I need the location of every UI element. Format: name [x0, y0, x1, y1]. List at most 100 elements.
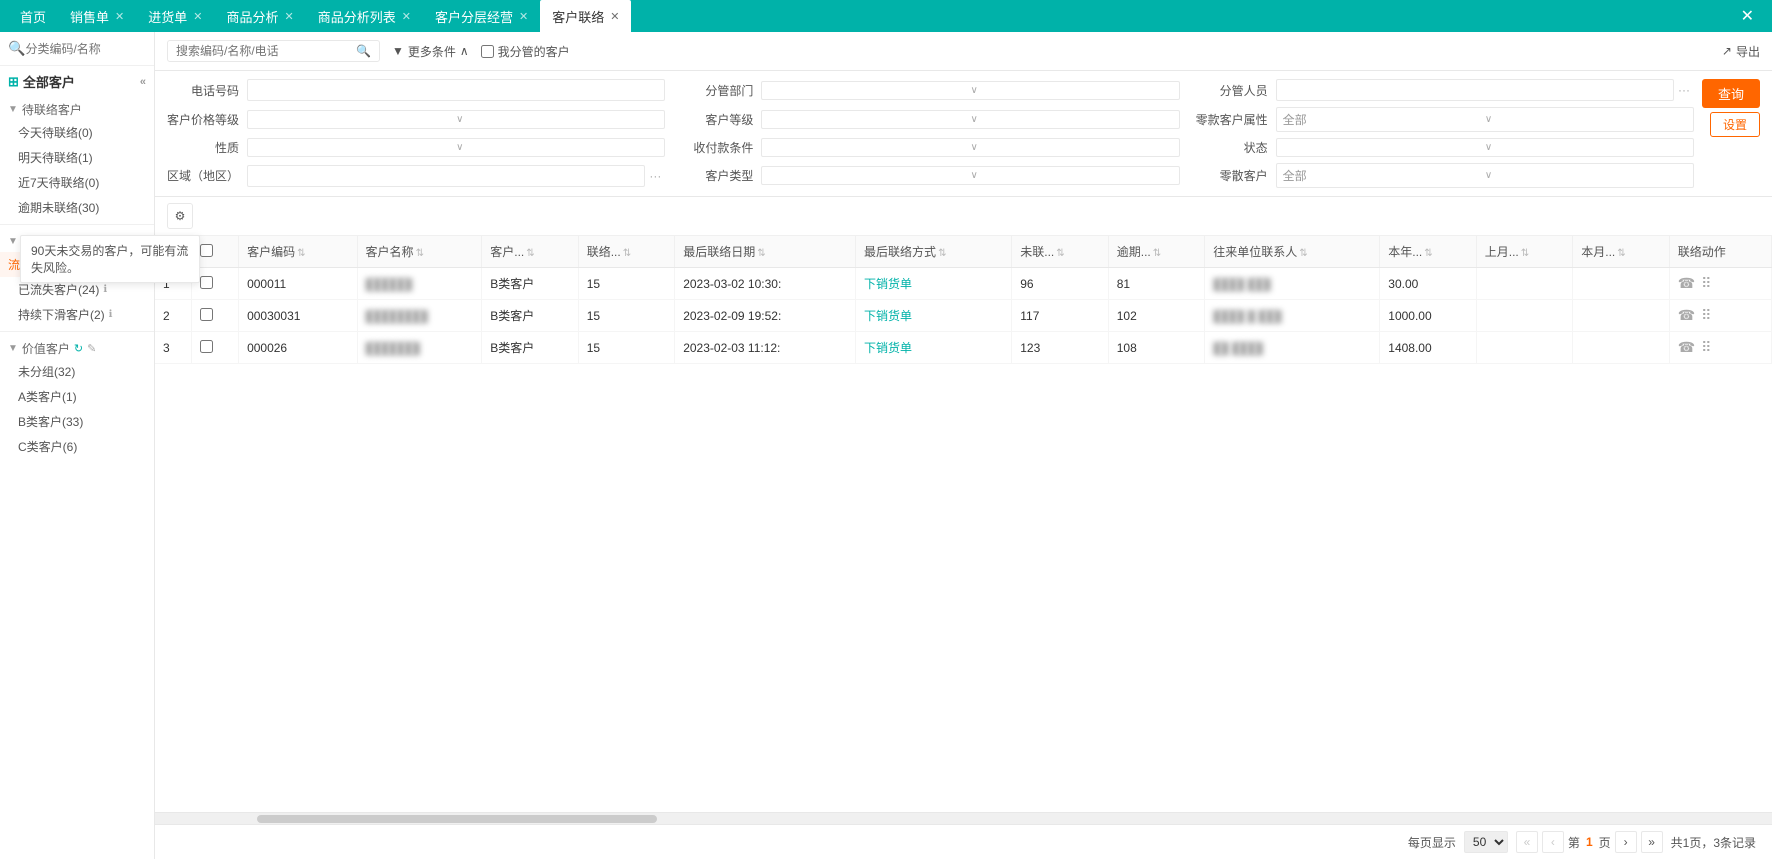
tab-customer-contact[interactable]: 客户联络 ✕ — [540, 0, 631, 32]
close-icon[interactable]: ✕ — [402, 10, 411, 23]
table-scroll-area[interactable]: # 客户编码⇅ 客户名称⇅ 客户...⇅ 联络...⇅ 最后联络日期⇅ 最后联络… — [155, 236, 1772, 812]
sidebar-section-pending[interactable]: ▼ 待联络客户 — [0, 97, 154, 120]
col-uncontacted[interactable]: 未联...⇅ — [1012, 236, 1108, 268]
scrollbar-thumb[interactable] — [257, 815, 657, 823]
info-icon: ℹ — [109, 309, 113, 320]
refresh-icon[interactable]: ↻ — [74, 342, 83, 355]
cell-type: B类客户 — [482, 268, 578, 300]
query-button[interactable]: 查询 — [1702, 79, 1760, 108]
col-type[interactable]: 客户...⇅ — [482, 236, 578, 268]
row-checkbox[interactable] — [200, 308, 213, 321]
close-icon[interactable]: ✕ — [115, 10, 124, 23]
contact-icon[interactable]: ☎ — [1678, 307, 1695, 324]
cell-uncontacted: 123 — [1012, 332, 1108, 364]
tab-home[interactable]: 首页 — [8, 0, 58, 32]
sidebar-item-ungrouped[interactable]: 未分组(32) — [0, 359, 154, 384]
dots-icon[interactable]: ··· — [645, 169, 665, 183]
item-label: C类客户(6) — [18, 440, 77, 454]
search-input[interactable] — [176, 44, 356, 58]
more-conditions-button[interactable]: ▼ 更多条件 ∧ — [392, 43, 469, 60]
cell-last-method[interactable]: 下销货单 — [856, 332, 1012, 364]
row-checkbox[interactable] — [200, 340, 213, 353]
col-overdue[interactable]: 逾期...⇅ — [1108, 236, 1204, 268]
retail-attr-select[interactable]: 全部 ∨ — [1276, 107, 1694, 132]
customer-type-select[interactable]: ∨ — [761, 166, 1179, 185]
tab-analysis-list[interactable]: 商品分析列表 ✕ — [306, 0, 423, 32]
retail-customer-select[interactable]: 全部 ∨ — [1276, 163, 1694, 188]
contact-method-link[interactable]: 下销货单 — [864, 277, 912, 291]
cell-uncontacted: 96 — [1012, 268, 1108, 300]
tab-sales[interactable]: 销售单 ✕ — [58, 0, 136, 32]
sidebar-item-a-class[interactable]: A类客户(1) — [0, 384, 154, 409]
sidebar-item-7days[interactable]: 近7天待联络(0) — [0, 170, 154, 195]
sidebar-item-tomorrow[interactable]: 明天待联络(1) — [0, 145, 154, 170]
sidebar-item-b-class[interactable]: B类客户(33) — [0, 409, 154, 434]
select-all-checkbox[interactable] — [200, 244, 213, 257]
item-label: 持续下滑客户(2) — [18, 306, 105, 323]
row-checkbox[interactable] — [200, 276, 213, 289]
col-code[interactable]: 客户编码⇅ — [239, 236, 357, 268]
tab-label-analysis: 商品分析 — [226, 7, 278, 26]
sidebar-item-today[interactable]: 今天待联络(0) — [0, 120, 154, 145]
horizontal-scrollbar[interactable] — [155, 812, 1772, 824]
contact-icon[interactable]: ☎ — [1678, 275, 1695, 292]
contact-icon[interactable]: ☎ — [1678, 339, 1695, 356]
prev-page-button[interactable]: ‹ — [1542, 831, 1564, 853]
close-icon[interactable]: ✕ — [519, 10, 528, 23]
close-icon[interactable]: ✕ — [285, 10, 294, 23]
close-icon[interactable]: ✕ — [193, 10, 202, 23]
last-page-button[interactable]: » — [1641, 831, 1663, 853]
cell-last-method[interactable]: 下销货单 — [856, 300, 1012, 332]
filter-region: 区域（地区） ··· — [167, 165, 665, 187]
window-close-button[interactable]: ✕ — [1731, 6, 1764, 26]
edit-icon[interactable]: ✎ — [87, 342, 96, 355]
phone-input[interactable] — [247, 79, 665, 101]
dots-icon[interactable]: ··· — [1674, 83, 1694, 97]
my-customer-check[interactable] — [481, 45, 494, 58]
contact-method-link[interactable]: 下销货单 — [864, 341, 912, 355]
col-this-month[interactable]: 本月...⇅ — [1573, 236, 1669, 268]
manager-input[interactable] — [1276, 79, 1674, 101]
first-page-button[interactable]: « — [1516, 831, 1538, 853]
col-name[interactable]: 客户名称⇅ — [357, 236, 482, 268]
price-grade-select[interactable]: ∨ — [247, 110, 665, 129]
settings-button[interactable]: 设置 — [1710, 112, 1760, 137]
filter-customer-type: 客户类型 ∨ — [681, 166, 1179, 185]
per-page-select[interactable]: 50 — [1464, 831, 1508, 853]
col-contact-count[interactable]: 联络...⇅ — [578, 236, 674, 268]
retail-customer-value: 全部 — [1283, 167, 1485, 184]
tab-analysis[interactable]: 商品分析 ✕ — [214, 0, 305, 32]
col-unit-contact[interactable]: 往来单位联系人⇅ — [1205, 236, 1380, 268]
more-icon[interactable]: ⠿ — [1701, 275, 1711, 292]
payment-select[interactable]: ∨ — [761, 138, 1179, 157]
sidebar-all-customers[interactable]: ⊞ 全部客户 « — [0, 66, 154, 97]
col-last-month[interactable]: 上月...⇅ — [1476, 236, 1572, 268]
tab-purchase[interactable]: 进货单 ✕ — [136, 0, 214, 32]
col-this-year[interactable]: 本年...⇅ — [1380, 236, 1476, 268]
sidebar-search-input[interactable] — [25, 42, 155, 56]
cell-last-method[interactable]: 下销货单 — [856, 268, 1012, 300]
nature-select[interactable]: ∨ — [247, 138, 665, 157]
cell-this-month — [1573, 268, 1669, 300]
col-last-contact-method[interactable]: 最后联络方式⇅ — [856, 236, 1012, 268]
next-page-button[interactable]: › — [1615, 831, 1637, 853]
region-input[interactable] — [247, 165, 645, 187]
tab-customer-segment[interactable]: 客户分层经营 ✕ — [423, 0, 540, 32]
dept-select[interactable]: ∨ — [761, 81, 1179, 100]
export-button[interactable]: ↗ 导出 — [1722, 43, 1760, 60]
close-icon[interactable]: ✕ — [610, 10, 619, 23]
sidebar-item-overdue[interactable]: 逾期未联络(30) — [0, 195, 154, 220]
col-last-contact-date[interactable]: 最后联络日期⇅ — [675, 236, 856, 268]
cell-code: 000011 — [239, 268, 357, 300]
sidebar-item-declining[interactable]: 持续下滑客户(2) ℹ — [0, 302, 154, 327]
more-icon[interactable]: ⠿ — [1701, 307, 1711, 324]
my-customer-checkbox[interactable]: 我分管的客户 — [481, 43, 570, 60]
status-select[interactable]: ∨ — [1276, 138, 1694, 157]
table-settings-button[interactable]: ⚙ — [167, 203, 193, 229]
price-grade-label: 客户价格等级 — [167, 111, 247, 128]
customer-grade-select[interactable]: ∨ — [761, 110, 1179, 129]
sidebar-section-value[interactable]: ▼ 价值客户 ↻ ✎ — [0, 336, 154, 359]
contact-method-link[interactable]: 下销货单 — [864, 309, 912, 323]
more-icon[interactable]: ⠿ — [1701, 339, 1711, 356]
sidebar-item-c-class[interactable]: C类客户(6) — [0, 434, 154, 459]
